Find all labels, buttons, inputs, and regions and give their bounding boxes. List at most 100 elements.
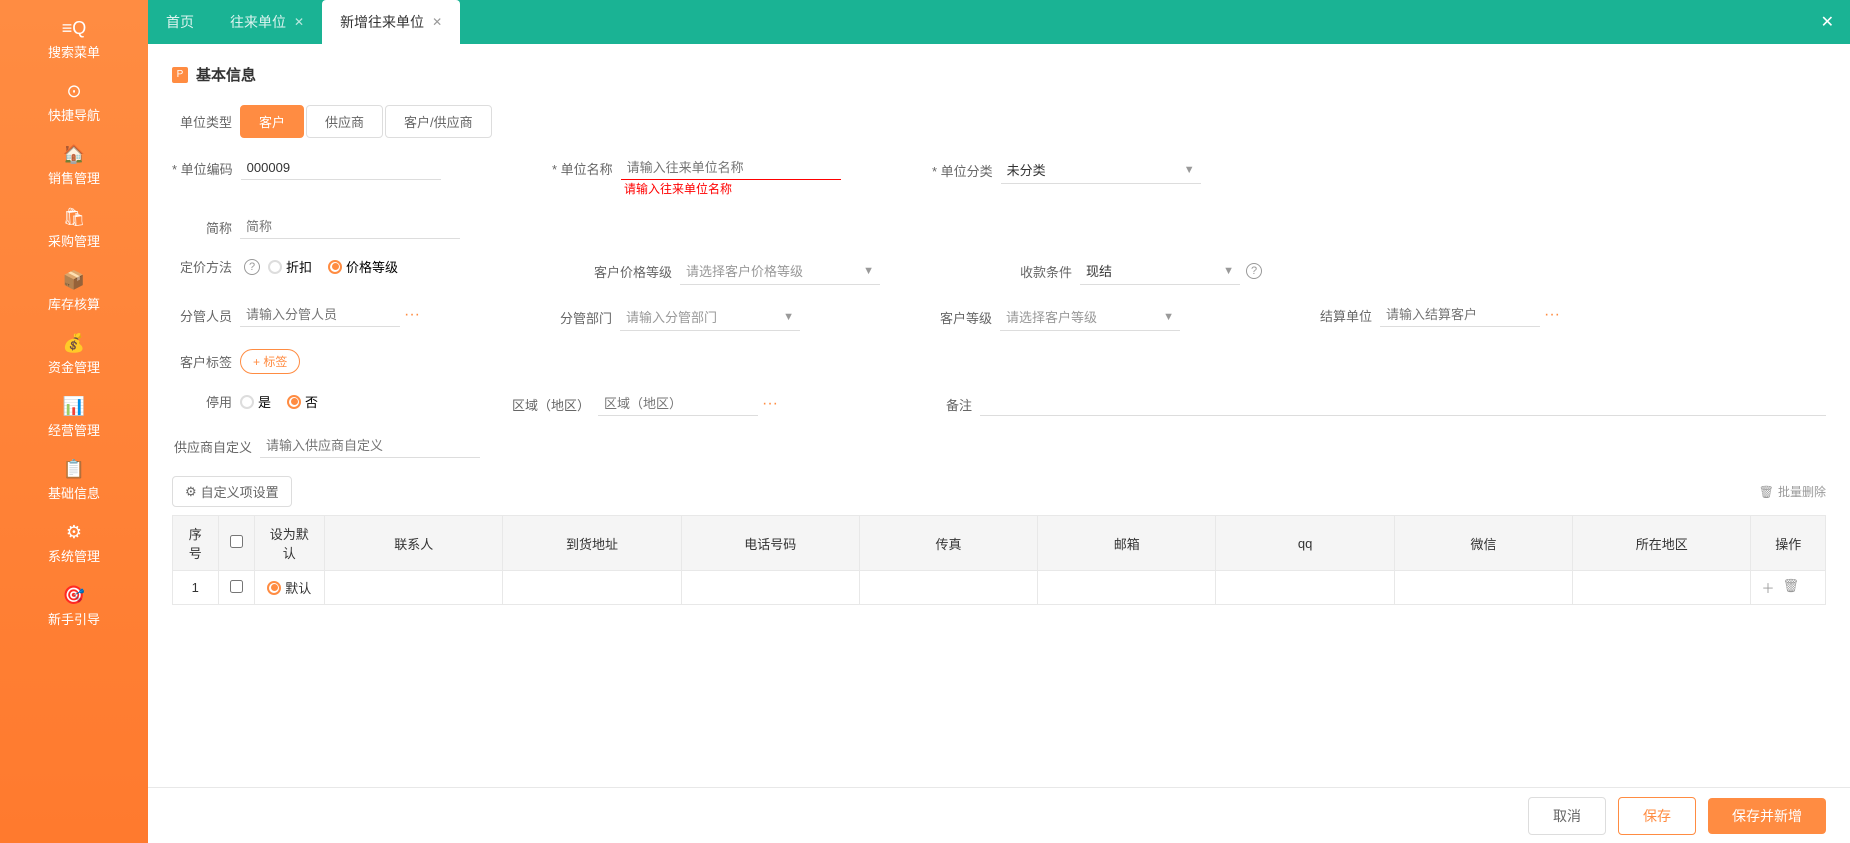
tab-new-partner[interactable]: 新增往来单位 ✕: [322, 0, 460, 44]
cancel-button[interactable]: 取消: [1528, 797, 1606, 835]
wechat-input[interactable]: [1405, 580, 1562, 595]
td-checkbox[interactable]: [218, 571, 254, 605]
td-qq[interactable]: [1216, 571, 1394, 605]
select-all-checkbox[interactable]: [230, 535, 243, 548]
batch-delete-button[interactable]: 🗑 批量删除: [1759, 483, 1826, 500]
save-new-button[interactable]: 保存并新增: [1708, 798, 1826, 834]
unit-category-group: * 单位分类 未分类 ▼: [932, 156, 1272, 184]
pricing-help-icon[interactable]: ?: [244, 259, 260, 275]
default-radio[interactable]: [267, 581, 281, 595]
sidebar-item-sales[interactable]: 🏠 销售管理: [0, 134, 148, 197]
close-all-icon[interactable]: ✕: [1805, 14, 1850, 31]
settle-unit-input[interactable]: [1380, 303, 1540, 327]
unit-code-label: * 单位编码: [172, 159, 233, 178]
sidebar-item-operations[interactable]: 📊 经营管理: [0, 386, 148, 449]
pricing-discount-radio[interactable]: [268, 260, 282, 274]
sidebar-item-finance[interactable]: 💰 资金管理: [0, 323, 148, 386]
add-tag-button[interactable]: + 标签: [240, 349, 300, 374]
save-button[interactable]: 保存: [1618, 797, 1696, 835]
unit-category-select[interactable]: 未分类 ▼: [1001, 156, 1201, 184]
td-wechat[interactable]: [1394, 571, 1572, 605]
unit-type-buttons: 客户 供应商 客户/供应商: [240, 105, 492, 138]
td-region[interactable]: [1573, 571, 1751, 605]
sidebar-item-search[interactable]: ≡Q 搜索菜单: [0, 8, 148, 71]
disabled-yes[interactable]: 是: [240, 392, 271, 411]
contact-input[interactable]: [335, 580, 492, 595]
dept-select[interactable]: 请输入分管部门 ▼: [620, 303, 800, 331]
qq-input[interactable]: [1226, 580, 1383, 595]
unit-name-error: 请输入往来单位名称: [624, 182, 732, 196]
manager-input[interactable]: [240, 303, 400, 327]
unit-code-input[interactable]: [241, 156, 441, 180]
tags-row: 客户标签 + 标签: [172, 349, 1826, 374]
add-row-icon[interactable]: ＋: [1761, 578, 1774, 597]
inventory-icon: 📦: [63, 270, 85, 291]
payment-select[interactable]: 现结 ▼: [1080, 257, 1240, 285]
pricing-label: 定价方法: [172, 257, 232, 276]
close-new-partner-tab[interactable]: ✕: [432, 15, 442, 29]
disabled-yes-radio[interactable]: [240, 395, 254, 409]
pricing-discount[interactable]: 折扣: [268, 257, 312, 276]
sidebar-item-quicknav[interactable]: ⊙ 快捷导航: [0, 71, 148, 134]
th-wechat: 微信: [1394, 516, 1572, 571]
row-checkbox[interactable]: [230, 580, 243, 593]
newbie-icon: 🎯: [63, 585, 85, 606]
close-partner-tab[interactable]: ✕: [294, 15, 304, 29]
tags-group: 客户标签 + 标签: [172, 349, 1826, 374]
remark-label: 备注: [932, 395, 972, 414]
th-qq: qq: [1216, 516, 1394, 571]
short-name-row: 简称: [172, 215, 1826, 239]
td-phone[interactable]: [681, 571, 859, 605]
dept-placeholder: 请输入分管部门: [626, 307, 779, 326]
td-contact[interactable]: [325, 571, 503, 605]
customer-price-select[interactable]: 请选择客户价格等级 ▼: [680, 257, 880, 285]
sidebar-item-basics[interactable]: 📋 基础信息: [0, 449, 148, 512]
sidebar-item-newbie[interactable]: 🎯 新手引导: [0, 575, 148, 638]
delete-row-icon[interactable]: 🗑: [1782, 578, 1799, 597]
sidebar: ≡Q 搜索菜单 ⊙ 快捷导航 🏠 销售管理 🛍 采购管理 📦 库存核算 💰 资金…: [0, 0, 148, 843]
sidebar-item-inventory[interactable]: 📦 库存核算: [0, 260, 148, 323]
manager-more[interactable]: ···: [404, 306, 420, 324]
address-input[interactable]: [513, 580, 670, 595]
settle-unit-more[interactable]: ···: [1544, 306, 1560, 324]
td-fax[interactable]: [859, 571, 1037, 605]
fax-input[interactable]: [870, 580, 1027, 595]
customer-price-arrow: ▼: [863, 265, 874, 277]
section-icon: P: [172, 67, 188, 83]
td-address[interactable]: [503, 571, 681, 605]
pricing-price-level[interactable]: 价格等级: [328, 257, 398, 276]
short-name-input[interactable]: [240, 215, 460, 239]
pricing-price-level-radio[interactable]: [328, 260, 342, 274]
disabled-no-radio[interactable]: [287, 395, 301, 409]
operations-icon: 📊: [63, 396, 85, 417]
unit-name-input[interactable]: [621, 156, 841, 180]
email-input[interactable]: [1048, 580, 1205, 595]
payment-help-icon[interactable]: ?: [1246, 263, 1262, 279]
supplier-custom-input[interactable]: [260, 434, 480, 458]
customer-level-select[interactable]: 请选择客户等级 ▼: [1000, 303, 1180, 331]
customer-level-arrow: ▼: [1163, 311, 1174, 323]
tab-home[interactable]: 首页: [148, 0, 212, 44]
td-email[interactable]: [1038, 571, 1216, 605]
short-name-label: 简称: [172, 218, 232, 237]
tab-partner[interactable]: 往来单位 ✕: [212, 0, 322, 44]
sidebar-item-purchase[interactable]: 🛍 采购管理: [0, 197, 148, 260]
disabled-no[interactable]: 否: [287, 392, 318, 411]
tab-close-all[interactable]: ✕: [1805, 12, 1850, 32]
custom-settings-button[interactable]: ⚙ 自定义项设置: [172, 476, 292, 507]
th-address: 到货地址: [503, 516, 681, 571]
table-region-input[interactable]: [1583, 580, 1740, 595]
sidebar-item-system[interactable]: ⚙ 系统管理: [0, 512, 148, 575]
unit-type-customer[interactable]: 客户: [240, 105, 304, 138]
supplier-custom-row: 供应商自定义: [172, 434, 1826, 458]
basics-icon: 📋: [63, 459, 85, 480]
th-checkbox[interactable]: [218, 516, 254, 571]
phone-input[interactable]: [692, 580, 849, 595]
finance-icon: 💰: [63, 333, 85, 354]
unit-type-supplier[interactable]: 供应商: [306, 105, 383, 138]
region-input[interactable]: [598, 392, 758, 416]
unit-type-both[interactable]: 客户/供应商: [385, 105, 492, 138]
region-more[interactable]: ···: [762, 395, 778, 413]
manager-row: 分管人员 ··· 分管部门 请输入分管部门 ▼ 客户等级: [172, 303, 1826, 331]
remark-input[interactable]: [980, 392, 1826, 416]
